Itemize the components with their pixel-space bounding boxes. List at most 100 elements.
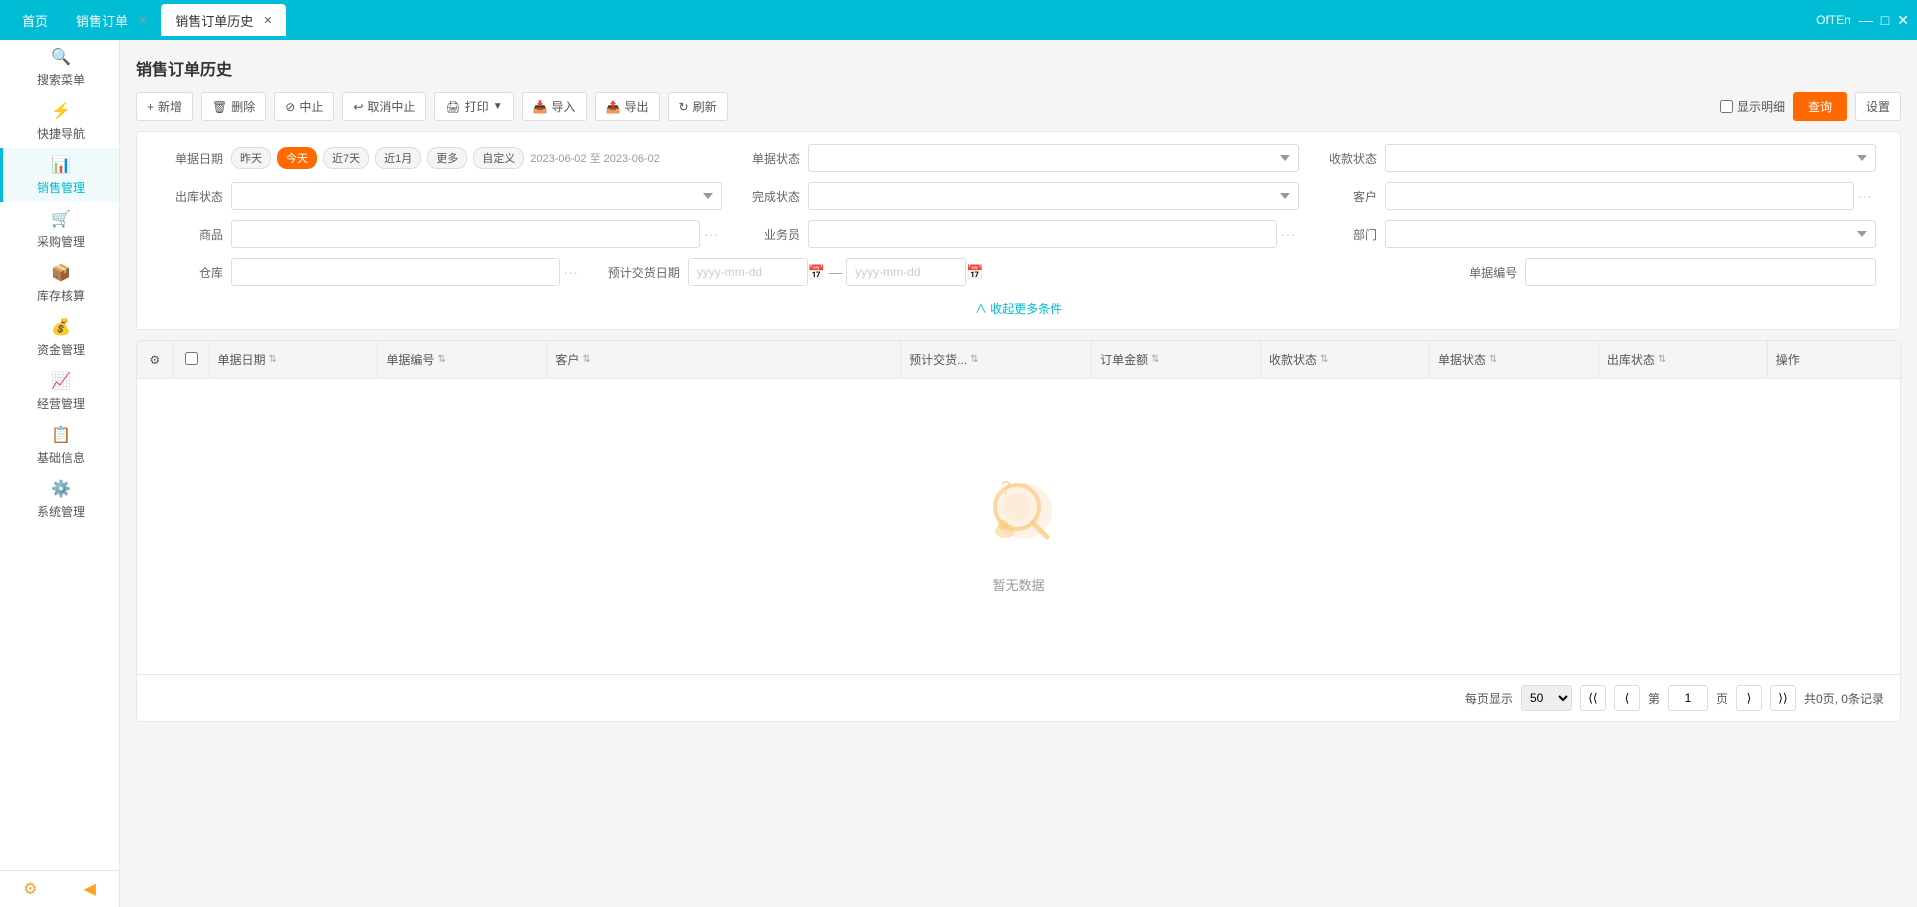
tab-sales-order-close[interactable]: ✕ xyxy=(138,14,147,27)
window-min-icon[interactable]: — xyxy=(1859,12,1873,28)
filter-input-product[interactable] xyxy=(231,220,700,248)
th-number[interactable]: 单据编号 ⇅ xyxy=(378,341,547,379)
display-columns-checkbox[interactable] xyxy=(1720,100,1733,113)
date-range-display: 2023-06-02 至 2023-06-02 xyxy=(530,150,660,166)
th-settings[interactable]: ⚙ xyxy=(137,341,173,379)
filter-select-payment-status[interactable] xyxy=(1385,144,1876,172)
table-settings-icon[interactable]: ⚙ xyxy=(149,353,160,367)
window-max-icon[interactable]: □ xyxy=(1881,12,1889,28)
add-button[interactable]: + 新增 xyxy=(136,92,193,121)
page-next-button[interactable]: ⟩ xyxy=(1736,685,1762,711)
sort-amount-icon: ⇅ xyxy=(1151,354,1159,365)
date-btn-today[interactable]: 今天 xyxy=(277,147,317,169)
stop-button[interactable]: ⊘ 中止 xyxy=(274,92,334,121)
page-prev-button[interactable]: ⟨ xyxy=(1614,685,1640,711)
filter-select-department[interactable] xyxy=(1385,220,1876,248)
sidebar-item-sys-mgmt-label: 系统管理 xyxy=(37,503,85,520)
filter-label-payment-status: 收款状态 xyxy=(1315,150,1385,167)
import-button[interactable]: 📥 导入 xyxy=(522,92,587,121)
pagination: 每页显示 50 100 200 ⟨⟨ ⟨ 第 页 ⟩ xyxy=(137,674,1900,721)
settings-button[interactable]: 设置 xyxy=(1855,92,1901,121)
th-doc-status[interactable]: 单据状态 ⇅ xyxy=(1429,341,1598,379)
empty-state-illustration: ? xyxy=(969,459,1069,559)
sidebar-settings-icon[interactable]: ⚙ xyxy=(23,879,37,899)
filter-value-date: 昨天 今天 近7天 近1月 更多 自定义 2023-06-02 至 2023-0… xyxy=(231,147,722,169)
filter-row-1: 单据日期 昨天 今天 近7天 近1月 更多 自定义 2023-06-02 至 2… xyxy=(153,144,1884,172)
page-number-input[interactable] xyxy=(1668,685,1708,711)
sidebar-item-operations-mgmt[interactable]: 📈 经营管理 xyxy=(0,364,119,418)
sidebar-item-quick-nav-label: 快捷导航 xyxy=(37,125,85,142)
select-all-checkbox[interactable] xyxy=(185,352,198,365)
th-amount[interactable]: 订单金额 ⇅ xyxy=(1092,341,1261,379)
sidebar-item-purchase-mgmt[interactable]: 🛒 采购管理 xyxy=(0,202,119,256)
filter-input-doc-number[interactable] xyxy=(1525,258,1876,286)
page-first-button[interactable]: ⟨⟨ xyxy=(1580,685,1606,711)
date-btn-1month[interactable]: 近1月 xyxy=(375,147,421,169)
filter-cell-complete-status: 完成状态 xyxy=(730,182,1307,210)
page-size-label: 每页显示 xyxy=(1465,690,1513,707)
delete-button[interactable]: 🗑 删除 xyxy=(201,92,266,121)
th-date[interactable]: 单据日期 ⇅ xyxy=(209,341,378,379)
filter-input-customer[interactable] xyxy=(1385,182,1854,210)
export-button[interactable]: 📤 导出 xyxy=(595,92,660,121)
filter-input-salesperson[interactable] xyxy=(808,220,1277,248)
filter-select-doc-status[interactable] xyxy=(808,144,1299,172)
sort-date-icon: ⇅ xyxy=(269,354,277,365)
th-delivery-date[interactable]: 预计交货... ⇅ xyxy=(901,341,1092,379)
date-btn-custom[interactable]: 自定义 xyxy=(473,147,524,169)
sidebar-item-inventory-calc[interactable]: 📦 库存核算 xyxy=(0,256,119,310)
window-close-icon[interactable]: ✕ xyxy=(1897,12,1909,29)
tab-home[interactable]: 首页 xyxy=(8,4,62,36)
th-payment-status[interactable]: 收款状态 ⇅ xyxy=(1261,341,1430,379)
page-size-select[interactable]: 50 100 200 xyxy=(1521,685,1572,711)
often-label: OfTEn xyxy=(1816,13,1851,27)
date-btn-yesterday[interactable]: 昨天 xyxy=(231,147,271,169)
cancel-stop-button[interactable]: ↩ 取消中止 xyxy=(342,92,426,121)
sidebar-item-search-menu[interactable]: 🔍 搜索菜单 xyxy=(0,40,119,94)
th-customer[interactable]: 客户 ⇅ xyxy=(547,341,901,379)
filter-input-warehouse[interactable] xyxy=(231,258,560,286)
import-icon: 📥 xyxy=(533,100,548,114)
salesperson-dots-icon[interactable]: ··· xyxy=(1277,226,1299,242)
filter-cell-doc-number: 单据编号 xyxy=(1447,258,1884,286)
sidebar-item-quick-nav[interactable]: ⚡ 快捷导航 xyxy=(0,94,119,148)
filter-select-out-status[interactable] xyxy=(231,182,722,210)
print-button[interactable]: 🖨 打印 ▼ xyxy=(434,92,513,121)
filter-cell-warehouse: 仓库 ··· xyxy=(153,258,590,286)
sidebar-item-basic-info[interactable]: 📋 基础信息 xyxy=(0,418,119,472)
tab-sales-order-history[interactable]: 销售订单历史 ✕ xyxy=(161,4,286,36)
sidebar-item-sales-mgmt[interactable]: 📊 销售管理 xyxy=(0,148,119,202)
customer-dots-icon[interactable]: ··· xyxy=(1854,188,1876,204)
filter-collapse[interactable]: ∧ 收起更多条件 xyxy=(153,296,1884,317)
page-unit-label: 页 xyxy=(1716,690,1728,707)
sidebar-item-finance-mgmt[interactable]: 💰 资金管理 xyxy=(0,310,119,364)
sidebar: 🔍 搜索菜单 ⚡ 快捷导航 📊 销售管理 🛒 采购管理 📦 库存核算 💰 资金管… xyxy=(0,40,120,907)
sidebar-item-operations-mgmt-label: 经营管理 xyxy=(37,395,85,412)
filter-input-delivery-start[interactable] xyxy=(688,258,808,286)
sidebar-item-sys-mgmt[interactable]: ⚙️ 系统管理 xyxy=(0,472,119,526)
warehouse-dots-icon[interactable]: ··· xyxy=(560,264,582,280)
filter-select-complete-status[interactable] xyxy=(808,182,1299,210)
product-dots-icon[interactable]: ··· xyxy=(700,226,722,242)
cancel-stop-icon: ↩ xyxy=(353,100,363,114)
inventory-calc-icon: 📦 xyxy=(51,263,71,283)
th-out-status[interactable]: 出库状态 ⇅ xyxy=(1598,341,1767,379)
main-layout: 🔍 搜索菜单 ⚡ 快捷导航 📊 销售管理 🛒 采购管理 📦 库存核算 💰 资金管… xyxy=(0,40,1917,907)
date-btn-more[interactable]: 更多 xyxy=(427,147,467,169)
quick-nav-icon: ⚡ xyxy=(51,101,71,121)
refresh-button[interactable]: ↻ 刷新 xyxy=(668,92,728,121)
filter-cell-department: 部门 xyxy=(1307,220,1884,248)
tab-sales-order[interactable]: 销售订单 ✕ xyxy=(62,4,161,36)
page-last-button[interactable]: ⟩⟩ xyxy=(1770,685,1796,711)
search-menu-icon: 🔍 xyxy=(51,47,71,67)
date-btn-7days[interactable]: 近7天 xyxy=(323,147,369,169)
calendar-start-icon[interactable]: 📅 xyxy=(808,264,825,281)
sidebar-collapse-icon[interactable]: ◀ xyxy=(84,879,96,899)
tab-sales-order-history-close[interactable]: ✕ xyxy=(263,14,272,27)
sort-out-status-icon: ⇅ xyxy=(1658,354,1666,365)
display-columns-checkbox-label[interactable]: 显示明细 xyxy=(1720,98,1785,115)
calendar-end-icon[interactable]: 📅 xyxy=(966,264,983,281)
sort-delivery-icon: ⇅ xyxy=(970,354,978,365)
query-button[interactable]: 查询 xyxy=(1793,92,1847,121)
filter-input-delivery-end[interactable] xyxy=(846,258,966,286)
